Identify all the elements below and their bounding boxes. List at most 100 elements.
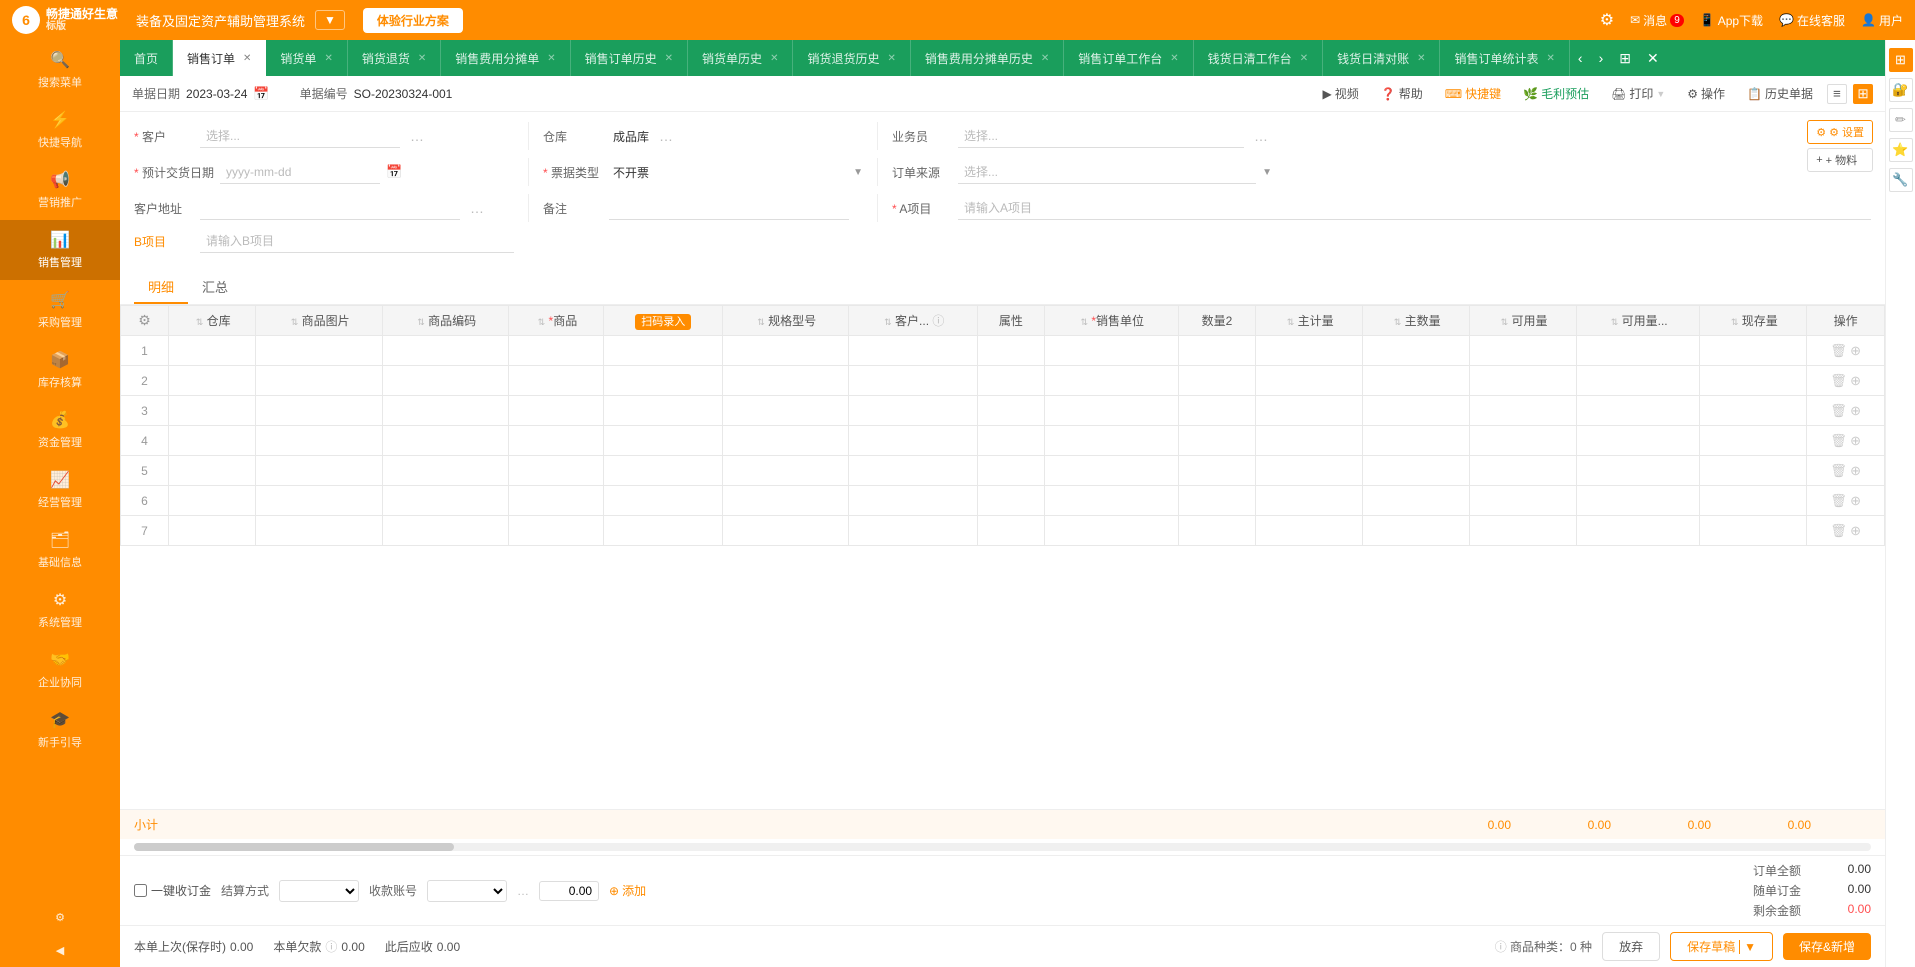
tab-fee-history[interactable]: 销售费用分摊单历史 ✕ xyxy=(911,40,1064,76)
save-draft-arrow[interactable]: ▼ xyxy=(1739,940,1756,954)
dots-btn-account[interactable]: … xyxy=(517,884,529,898)
tab-sales-order[interactable]: 销售订单 ✕ xyxy=(173,40,266,76)
delete-row-7-btn[interactable]: 🗑 xyxy=(1830,523,1847,538)
discard-btn[interactable]: 放弃 xyxy=(1602,932,1660,961)
sidebar-item-enterprise[interactable]: 🤝 企业协同 xyxy=(0,640,120,700)
amount-input[interactable] xyxy=(539,881,599,901)
tab-close-order-workbench[interactable]: ✕ xyxy=(1170,53,1178,64)
copy-row-2-btn[interactable]: ⊕ xyxy=(1850,373,1861,388)
a-project-input[interactable] xyxy=(958,197,1871,220)
sidebar-item-operations[interactable]: 📈 经营管理 xyxy=(0,460,120,520)
tab-home[interactable]: 首页 xyxy=(120,40,173,76)
app-download-btn[interactable]: 📱 App下载 xyxy=(1700,12,1763,29)
tab-sales-invoice[interactable]: 销货单 ✕ xyxy=(266,40,347,76)
copy-row-4-btn[interactable]: ⊕ xyxy=(1850,433,1861,448)
sidebar-settings-btn[interactable]: ⚙ xyxy=(0,901,120,934)
copy-row-1-btn[interactable]: ⊕ xyxy=(1850,343,1861,358)
sidebar-item-marketing[interactable]: 📢 营销推广 xyxy=(0,160,120,220)
tab-invoice-history[interactable]: 销货单历史 ✕ xyxy=(688,40,793,76)
tab-prev-btn[interactable]: ‹ xyxy=(1570,40,1591,76)
sidebar-item-guide[interactable]: 🎓 新手引导 xyxy=(0,700,120,760)
address-input[interactable] xyxy=(200,197,460,220)
delete-row-3-btn[interactable]: 🗑 xyxy=(1830,403,1847,418)
tab-cash-workbench[interactable]: 钱货日清工作台 ✕ xyxy=(1194,40,1323,76)
tab-close-return-history[interactable]: ✕ xyxy=(887,53,895,64)
tab-reconcile[interactable]: 钱货日清对账 ✕ xyxy=(1323,40,1440,76)
system-dropdown[interactable]: ▼ xyxy=(315,10,345,30)
help-btn[interactable]: ❓ 帮助 xyxy=(1373,82,1431,105)
note-input[interactable] xyxy=(609,197,849,220)
industry-btn[interactable]: 体验行业方案 xyxy=(363,8,463,33)
tab-next-btn[interactable]: › xyxy=(1591,40,1612,76)
th-gear[interactable]: ⚙ xyxy=(121,306,169,336)
tab-expand-btn[interactable]: ⊞ xyxy=(1611,50,1639,67)
right-panel-btn-4[interactable]: ⭐ xyxy=(1889,138,1913,162)
tab-fee-split[interactable]: 销售费用分摊单 ✕ xyxy=(441,40,570,76)
tab-close-stats[interactable]: ✕ xyxy=(1547,53,1555,64)
sidebar-item-search[interactable]: 🔍 搜索菜单 xyxy=(0,40,120,100)
delivery-date-calendar-icon[interactable]: 📅 xyxy=(386,164,402,180)
calendar-icon[interactable]: 📅 xyxy=(253,86,269,102)
order-source-arrow[interactable]: ▼ xyxy=(1262,167,1272,178)
delete-row-2-btn[interactable]: 🗑 xyxy=(1830,373,1847,388)
delete-row-1-btn[interactable]: 🗑 xyxy=(1830,343,1847,358)
online-service-btn[interactable]: 💬 在线客服 xyxy=(1779,12,1845,29)
tab-return-history[interactable]: 销货退货历史 ✕ xyxy=(793,40,910,76)
right-panel-btn-5[interactable]: 🔧 xyxy=(1889,168,1913,192)
copy-row-3-btn[interactable]: ⊕ xyxy=(1850,403,1861,418)
user-btn[interactable]: 👤 用户 xyxy=(1861,12,1903,29)
delete-row-5-btn[interactable]: 🗑 xyxy=(1830,463,1847,478)
material-btn[interactable]: + + 物料 xyxy=(1807,148,1873,172)
tab-close-order-history[interactable]: ✕ xyxy=(665,53,673,64)
warehouse-dots-btn[interactable]: … xyxy=(655,128,677,144)
tab-close-sales-invoice[interactable]: ✕ xyxy=(324,53,332,64)
tab-close-all-btn[interactable]: ✕ xyxy=(1639,50,1667,67)
tab-close-cash-workbench[interactable]: ✕ xyxy=(1300,53,1308,64)
tab-close-fee-split[interactable]: ✕ xyxy=(547,53,555,64)
copy-row-6-btn[interactable]: ⊕ xyxy=(1850,493,1861,508)
message-btn[interactable]: ✉ 消息 9 xyxy=(1630,12,1684,29)
order-source-input[interactable] xyxy=(958,161,1256,184)
settings-small-btn[interactable]: ⚙ ⚙ 设置 xyxy=(1807,120,1873,144)
save-draft-btn[interactable]: 保存草稿 ▼ xyxy=(1670,932,1773,961)
sidebar-item-quick-nav[interactable]: ⚡ 快捷导航 xyxy=(0,100,120,160)
customer-dots-btn[interactable]: … xyxy=(406,128,428,144)
operations-btn[interactable]: ⚙ 操作 xyxy=(1679,82,1733,105)
scroll-thumb[interactable] xyxy=(134,843,454,851)
tab-return[interactable]: 销货退货 ✕ xyxy=(348,40,441,76)
staff-dots-btn[interactable]: … xyxy=(1250,128,1272,144)
tab-close-invoice-history[interactable]: ✕ xyxy=(770,53,778,64)
payment-method-select[interactable] xyxy=(279,880,359,902)
staff-input[interactable] xyxy=(958,125,1244,148)
delete-row-4-btn[interactable]: 🗑 xyxy=(1830,433,1847,448)
b-project-input[interactable] xyxy=(200,230,514,253)
layout-list-btn[interactable]: ≡ xyxy=(1827,84,1847,104)
tab-close-sales-order[interactable]: ✕ xyxy=(243,53,251,64)
copy-row-5-btn[interactable]: ⊕ xyxy=(1850,463,1861,478)
tab-order-workbench[interactable]: 销售订单工作台 ✕ xyxy=(1064,40,1193,76)
add-payment-btn[interactable]: ⊕ 添加 xyxy=(609,882,646,899)
right-panel-btn-3[interactable]: ✏ xyxy=(1889,108,1913,132)
tab-close-reconcile[interactable]: ✕ xyxy=(1417,53,1425,64)
profit-btn[interactable]: 🌿 毛利预估 xyxy=(1515,82,1597,105)
tab-close-fee-history[interactable]: ✕ xyxy=(1041,53,1049,64)
customer-input[interactable] xyxy=(200,125,400,148)
invoice-type-arrow[interactable]: ▼ xyxy=(853,167,863,178)
sidebar-item-system[interactable]: ⚙ 系统管理 xyxy=(0,580,120,640)
copy-row-7-btn[interactable]: ⊕ xyxy=(1850,523,1861,538)
sidebar-collapse-btn[interactable]: ◀ xyxy=(0,934,120,967)
history-btn[interactable]: 📋 历史单据 xyxy=(1739,82,1821,105)
save-new-btn[interactable]: 保存&新增 xyxy=(1783,933,1871,960)
th-scan[interactable]: 扫码录入 xyxy=(604,306,723,336)
tab-summary[interactable]: 汇总 xyxy=(188,271,242,304)
delete-row-6-btn[interactable]: 🗑 xyxy=(1830,493,1847,508)
scan-btn[interactable]: 扫码录入 xyxy=(635,314,691,330)
settings-gear-btn[interactable]: ⚙ xyxy=(1600,10,1614,30)
tab-order-history[interactable]: 销售订单历史 ✕ xyxy=(571,40,688,76)
tab-close-return[interactable]: ✕ xyxy=(418,53,426,64)
delivery-date-input[interactable] xyxy=(220,161,380,184)
sidebar-item-finance[interactable]: 💰 资金管理 xyxy=(0,400,120,460)
table-gear-icon[interactable]: ⚙ xyxy=(138,312,151,328)
address-dots-btn[interactable]: … xyxy=(466,200,488,216)
one-key-checkout-checkbox[interactable] xyxy=(134,884,147,897)
